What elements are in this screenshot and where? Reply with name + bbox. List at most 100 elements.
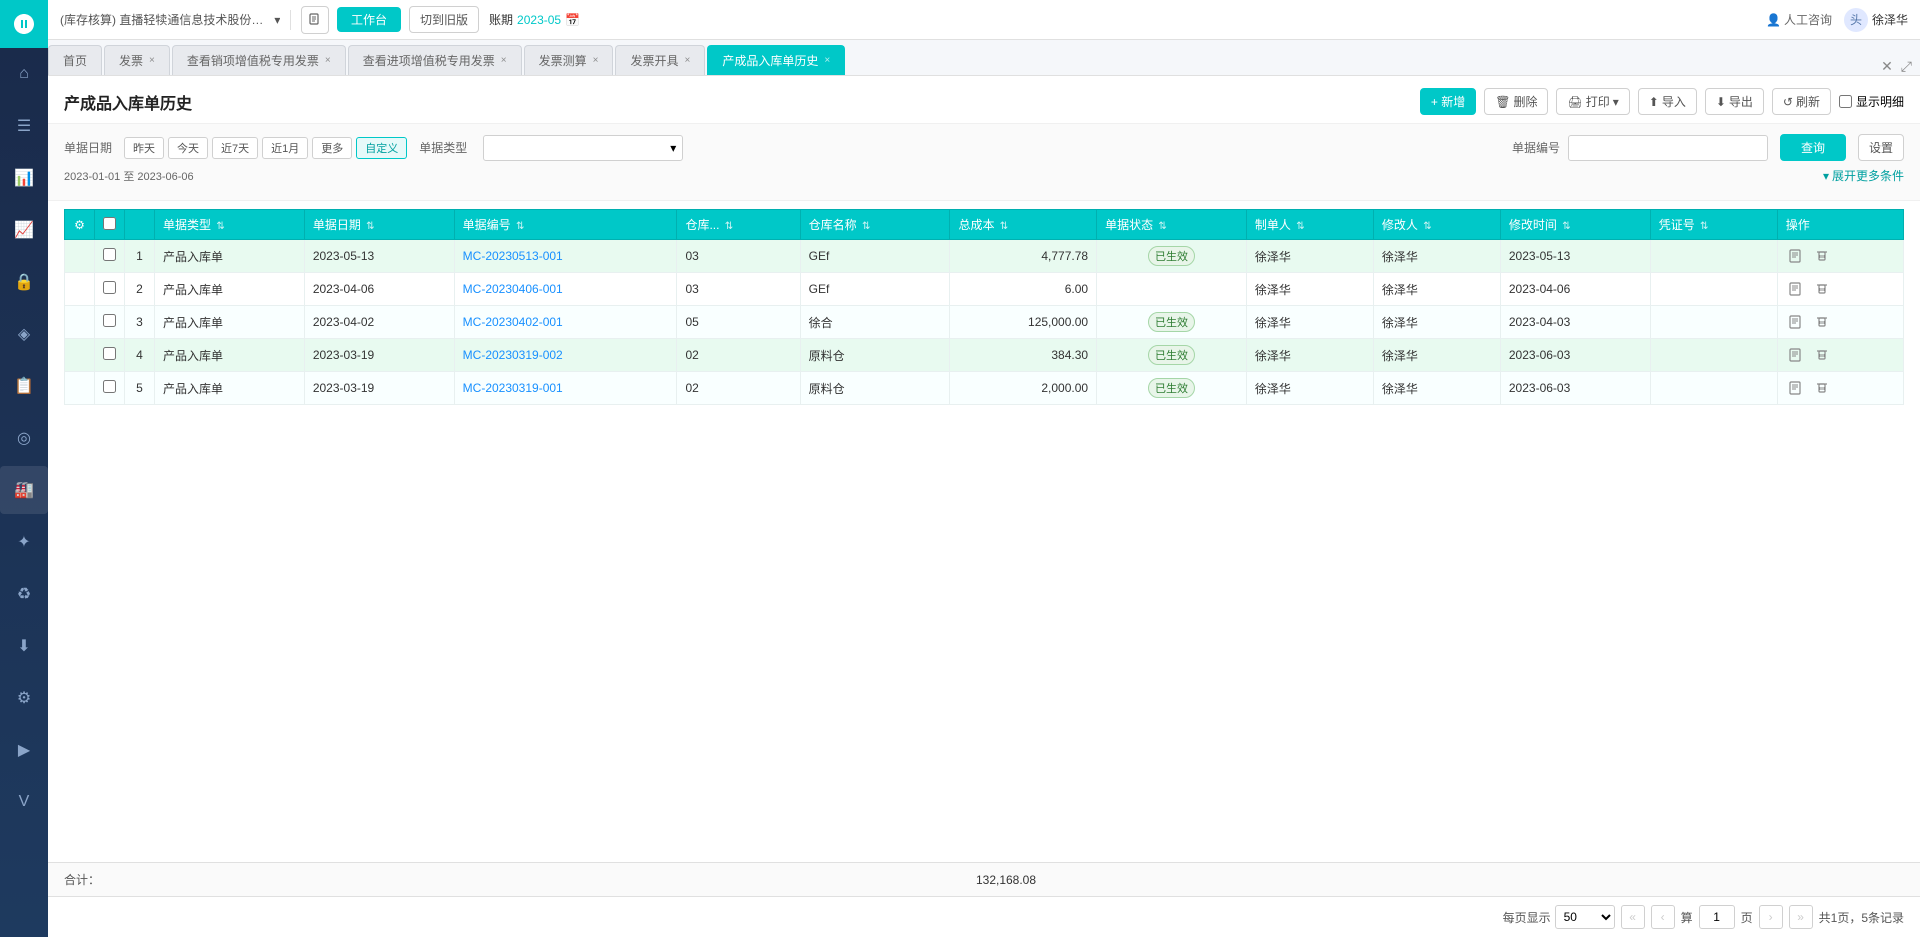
doc-type-select[interactable]: ▾ (483, 135, 683, 161)
show-detail-input[interactable] (1839, 95, 1852, 108)
refresh-button[interactable]: ↺ 刷新 (1772, 88, 1831, 115)
td-doc-no[interactable]: MC-20230513-001 (454, 240, 677, 273)
sidebar-item-cycle[interactable]: ♻ (0, 570, 48, 618)
company-selector[interactable]: (库存核算) 直播轻犊通信息技术股份有限... ▾ (60, 11, 280, 28)
edit-op-button[interactable] (1786, 378, 1806, 398)
doc-icon-btn[interactable] (301, 6, 329, 34)
delete-op-button[interactable] (1812, 246, 1832, 266)
th-modifier[interactable]: 修改人 ⇅ (1373, 210, 1500, 240)
print-button[interactable]: 🖨 打印 ▾ (1556, 88, 1629, 115)
sidebar-item-download[interactable]: ⬇ (0, 622, 48, 670)
edit-op-button[interactable] (1786, 279, 1806, 299)
doc-no-link[interactable]: MC-20230513-001 (463, 249, 563, 263)
user-menu[interactable]: 头 徐泽华 (1844, 8, 1908, 32)
tab-invoice-calc[interactable]: 发票测算 × (524, 45, 614, 75)
delete-op-button[interactable] (1812, 312, 1832, 332)
th-checkbox[interactable] (95, 210, 125, 240)
tab-invoice-calc-close-icon[interactable]: × (593, 55, 599, 66)
show-detail-checkbox[interactable]: 显示明细 (1839, 93, 1904, 110)
tab-product-history[interactable]: 产成品入库单历史 × (707, 45, 845, 75)
last-page-button[interactable]: » (1789, 905, 1813, 929)
th-creator[interactable]: 制单人 ⇅ (1246, 210, 1373, 240)
sidebar-item-analysis[interactable]: 📈 (0, 206, 48, 254)
calendar-icon[interactable]: 📅 (565, 13, 580, 27)
first-page-button[interactable]: « (1621, 905, 1645, 929)
th-modify-time[interactable]: 修改时间 ⇅ (1500, 210, 1650, 240)
tab-invoice-close-icon[interactable]: × (149, 55, 155, 66)
sidebar-item-home[interactable]: ⌂ (0, 50, 48, 98)
per-page-select[interactable]: 50 100 200 (1555, 905, 1615, 929)
date-btn-today[interactable]: 今天 (168, 137, 208, 159)
select-all-checkbox[interactable] (103, 217, 116, 230)
td-doc-no[interactable]: MC-20230402-001 (454, 306, 677, 339)
tab-sales-vat[interactable]: 查看销项增值税专用发票 × (172, 45, 346, 75)
delete-button[interactable]: 🗑 删除 (1484, 88, 1548, 115)
settings-filter-button[interactable]: 设置 (1858, 134, 1904, 161)
tab-invoice-open[interactable]: 发票开具 × (615, 45, 705, 75)
td-checkbox[interactable] (95, 306, 125, 339)
date-btn-yesterday[interactable]: 昨天 (124, 137, 164, 159)
th-warehouse-code[interactable]: 仓库... ⇅ (677, 210, 800, 240)
sidebar-item-target[interactable]: ◎ (0, 414, 48, 462)
sidebar-item-stamp[interactable]: ✦ (0, 518, 48, 566)
edit-op-button[interactable] (1786, 312, 1806, 332)
tab-invoice-open-close-icon[interactable]: × (684, 55, 690, 66)
query-button[interactable]: 查询 (1780, 134, 1846, 161)
row-checkbox[interactable] (103, 248, 116, 261)
row-checkbox[interactable] (103, 380, 116, 393)
th-settings[interactable]: ⚙ (65, 210, 95, 240)
doc-no-link[interactable]: MC-20230402-001 (463, 315, 563, 329)
expand-filter-button[interactable]: ▾ 展开更多条件 (1823, 167, 1904, 184)
sidebar-item-inventory[interactable]: 🏭 (0, 466, 48, 514)
th-doc-type[interactable]: 单据类型 ⇅ (155, 210, 305, 240)
td-checkbox[interactable] (95, 240, 125, 273)
td-checkbox[interactable] (95, 273, 125, 306)
tab-expand-icon[interactable]: ⤢ (1901, 58, 1912, 75)
sidebar-item-v[interactable]: V (0, 778, 48, 826)
sidebar-item-docs[interactable]: ☰ (0, 102, 48, 150)
th-doc-no[interactable]: 单据编号 ⇅ (454, 210, 677, 240)
row-checkbox[interactable] (103, 281, 116, 294)
sidebar-item-lock[interactable]: 🔒 (0, 258, 48, 306)
tab-purchase-vat[interactable]: 查看进项增值税专用发票 × (348, 45, 522, 75)
sidebar-item-delivery[interactable]: 📋 (0, 362, 48, 410)
date-btn-custom[interactable]: 自定义 (356, 137, 407, 159)
th-total-cost[interactable]: 总成本 ⇅ (950, 210, 1097, 240)
tab-product-history-close-icon[interactable]: × (824, 55, 830, 66)
doc-no-input[interactable] (1568, 135, 1768, 161)
td-doc-no[interactable]: MC-20230319-002 (454, 339, 677, 372)
tab-home[interactable]: 首页 (48, 45, 102, 75)
prev-page-button[interactable]: ‹ (1651, 905, 1675, 929)
workspace-button[interactable]: 工作台 (337, 7, 401, 32)
page-input[interactable] (1699, 905, 1735, 929)
td-doc-no[interactable]: MC-20230319-001 (454, 372, 677, 405)
date-btn-more[interactable]: 更多 (312, 137, 352, 159)
edit-op-button[interactable] (1786, 246, 1806, 266)
import-button[interactable]: ⬆ 导入 (1638, 88, 1697, 115)
new-button[interactable]: + 新增 (1420, 88, 1476, 115)
date-btn-7days[interactable]: 近7天 (212, 137, 258, 159)
tab-close-all-icon[interactable]: ✕ (1881, 58, 1893, 75)
export-button[interactable]: ⬇ 导出 (1705, 88, 1764, 115)
tab-invoice[interactable]: 发票 × (104, 45, 170, 75)
td-checkbox[interactable] (95, 372, 125, 405)
row-checkbox[interactable] (103, 347, 116, 360)
next-page-button[interactable]: › (1759, 905, 1783, 929)
sidebar-item-gear[interactable]: ⚙ (0, 674, 48, 722)
delete-op-button[interactable] (1812, 279, 1832, 299)
th-warehouse-name[interactable]: 仓库名称 ⇅ (800, 210, 950, 240)
tab-purchase-vat-close-icon[interactable]: × (501, 55, 507, 66)
sidebar-item-play[interactable]: ▶ (0, 726, 48, 774)
delete-op-button[interactable] (1812, 378, 1832, 398)
row-checkbox[interactable] (103, 314, 116, 327)
td-checkbox[interactable] (95, 339, 125, 372)
doc-no-link[interactable]: MC-20230319-001 (463, 381, 563, 395)
switch-version-button[interactable]: 切到旧版 (409, 6, 479, 33)
delete-op-button[interactable] (1812, 345, 1832, 365)
edit-op-button[interactable] (1786, 345, 1806, 365)
th-doc-date[interactable]: 单据日期 ⇅ (304, 210, 454, 240)
sidebar-item-chart[interactable]: 📊 (0, 154, 48, 202)
td-doc-no[interactable]: MC-20230406-001 (454, 273, 677, 306)
tab-sales-vat-close-icon[interactable]: × (325, 55, 331, 66)
date-btn-1month[interactable]: 近1月 (262, 137, 308, 159)
